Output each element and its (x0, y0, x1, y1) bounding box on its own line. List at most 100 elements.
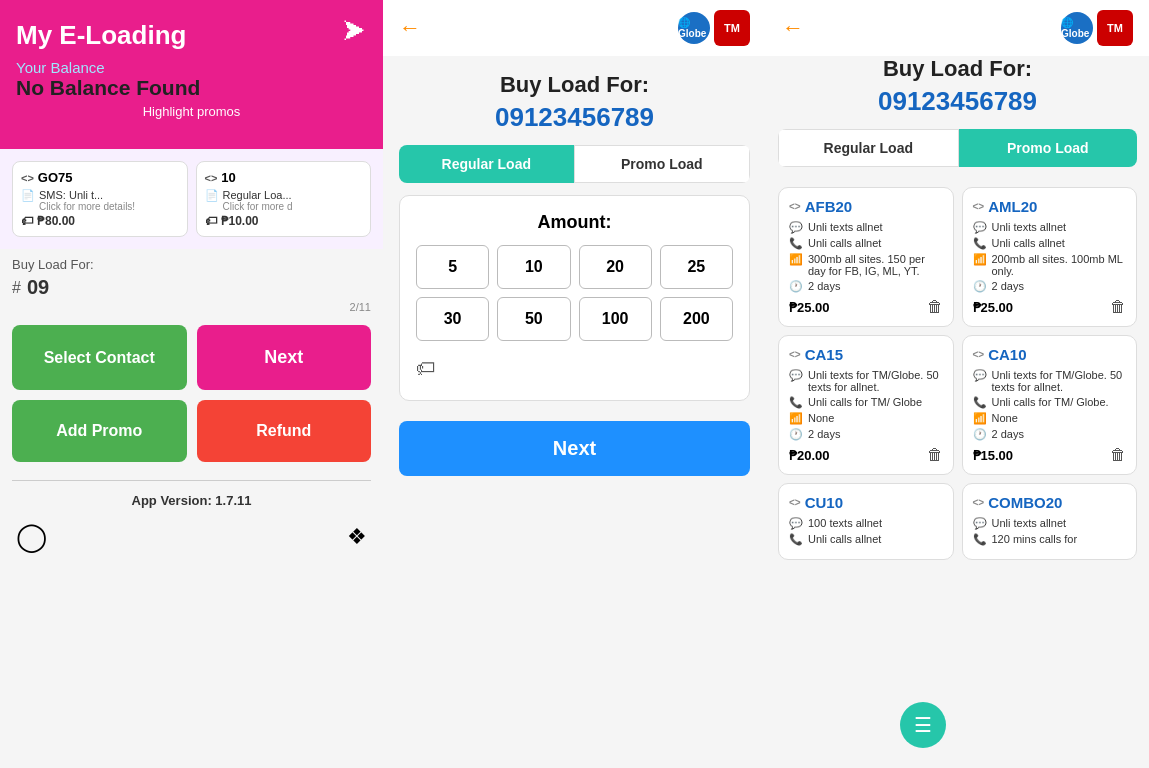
afb20-calls: 📞 Unli calls allnet (789, 237, 943, 250)
tag-placeholder-icon: 🏷 (416, 353, 733, 384)
amount-label: Amount: (416, 212, 733, 233)
promo-row-1: <> CA15 💬 Unli texts for TM/Globe. 50 te… (778, 335, 1137, 475)
tag-icon-0: 🏷 (21, 214, 33, 228)
highlight-promos[interactable]: Highlight promos (16, 104, 367, 119)
number-row: # 09 (0, 272, 383, 299)
phone-number-input[interactable]: 09 (27, 276, 49, 299)
globe-badge-3: 🌐 Globe (1061, 12, 1093, 44)
github-icon[interactable]: ◯ (16, 520, 47, 553)
tab-promo-3[interactable]: Promo Load (959, 129, 1138, 167)
afb20-duration: 🕐 2 days (789, 280, 943, 293)
tab-row-2: Regular Load Promo Load (399, 145, 750, 183)
pagination: 2/11 (0, 299, 383, 315)
next-button-2[interactable]: Next (399, 421, 750, 476)
footer: ◯ ❖ (0, 512, 383, 561)
next-button[interactable]: Next (197, 325, 372, 390)
sms-icon-2: 💬 (789, 369, 803, 382)
sms-icon-5: 💬 (973, 517, 987, 530)
afb20-delete-button[interactable]: 🗑 (927, 298, 943, 316)
tag-icon-1: 🏷 (205, 214, 217, 228)
promo-price-1: 🏷 ₱10.00 (205, 214, 363, 228)
promo-card-0[interactable]: <> GO75 📄 SMS: Unli t... Click for more … (12, 161, 188, 237)
aml20-delete-button[interactable]: 🗑 (1110, 298, 1126, 316)
code-icon-0: <> (21, 172, 34, 184)
promo-combo20[interactable]: <> COMBO20 💬 Unli texts allnet 📞 120 min… (962, 483, 1138, 560)
tab-regular-3[interactable]: Regular Load (778, 129, 959, 167)
promo-combo20-title: <> COMBO20 (973, 494, 1127, 511)
promo-code-1: 10 (221, 170, 235, 185)
buy-load-title-3: Buy Load For: (778, 56, 1137, 82)
promo-cu10-title: <> CU10 (789, 494, 943, 511)
promo-afb20-title: <> AFB20 (789, 198, 943, 215)
back-arrow-icon-3[interactable]: ← (782, 15, 804, 41)
panel2-topbar: ← 🌐 Globe TM (383, 0, 766, 56)
code-brackets-icon-4: <> (789, 497, 801, 508)
ca10-calls: 📞 Unli calls for TM/ Globe. (973, 396, 1127, 409)
share-icon[interactable]: ❖ (347, 524, 367, 550)
sms-icon-4: 💬 (789, 517, 803, 530)
promo-price-0: 🏷 ₱80.00 (21, 214, 179, 228)
amount-200[interactable]: 200 (660, 297, 733, 341)
call-icon: 📞 (789, 237, 803, 250)
amount-20[interactable]: 20 (579, 245, 652, 289)
promo-ca15[interactable]: <> CA15 💬 Unli texts for TM/Globe. 50 te… (778, 335, 954, 475)
code-brackets-icon-1: <> (973, 201, 985, 212)
amount-25[interactable]: 25 (660, 245, 733, 289)
promo-row-2: <> CU10 💬 100 texts allnet 📞 Unli calls … (778, 483, 1137, 560)
promo-aml20[interactable]: <> AML20 💬 Unli texts allnet 📞 Unli call… (962, 187, 1138, 327)
promo-card-1[interactable]: <> 10 📄 Regular Loa... Click for more d … (196, 161, 372, 237)
ca15-price: ₱20.00 (789, 448, 830, 463)
amount-30[interactable]: 30 (416, 297, 489, 341)
promo-afb20[interactable]: <> AFB20 💬 Unli texts allnet 📞 Unli call… (778, 187, 954, 327)
promo-cu10[interactable]: <> CU10 💬 100 texts allnet 📞 Unli calls … (778, 483, 954, 560)
ca10-data: 📶 None (973, 412, 1127, 425)
amount-10[interactable]: 10 (497, 245, 570, 289)
hash-icon: # (12, 279, 21, 297)
code-icon-1: <> (205, 172, 218, 184)
sms-icon: 💬 (789, 221, 803, 234)
cu10-label: CU10 (805, 494, 843, 511)
add-promo-button[interactable]: Add Promo (12, 400, 187, 462)
clock-icon-1: 🕐 (973, 280, 987, 293)
call-icon-4: 📞 (789, 533, 803, 546)
panel1-header: My E-Loading ⮞ Your Balance No Balance F… (0, 0, 383, 149)
panel-promo-load: ← 🌐 Globe TM Buy Load For: 09123456789 R… (766, 0, 1149, 768)
afb20-price-row: ₱25.00 🗑 (789, 298, 943, 316)
ca10-price-row: ₱15.00 🗑 (973, 446, 1127, 464)
app-version: App Version: 1.7.11 (0, 489, 383, 512)
ca15-delete-button[interactable]: 🗑 (927, 446, 943, 464)
amount-5[interactable]: 5 (416, 245, 489, 289)
action-buttons: Select Contact Next Add Promo Refund (0, 315, 383, 472)
promo-ca10[interactable]: <> CA10 💬 Unli texts for TM/Globe. 50 te… (962, 335, 1138, 475)
back-arrow-icon[interactable]: ← (399, 15, 421, 41)
promo-ca10-title: <> CA10 (973, 346, 1127, 363)
refund-button[interactable]: Refund (197, 400, 372, 462)
ca15-price-row: ₱20.00 🗑 (789, 446, 943, 464)
afb20-data: 📶 300mb all sites. 150 per day for FB, I… (789, 253, 943, 277)
amount-50[interactable]: 50 (497, 297, 570, 341)
ca15-calls: 📞 Unli calls for TM/ Globe (789, 396, 943, 409)
tab-promo-load[interactable]: Promo Load (574, 145, 751, 183)
promo-aml20-title: <> AML20 (973, 198, 1127, 215)
tm-badge-3: TM (1097, 10, 1133, 46)
tab-regular-load[interactable]: Regular Load (399, 145, 574, 183)
sms-icon-1: 💬 (973, 221, 987, 234)
ca10-delete-button[interactable]: 🗑 (1110, 446, 1126, 464)
price-value-0: ₱80.00 (37, 214, 75, 228)
call-icon-2: 📞 (789, 396, 803, 409)
afb20-texts: 💬 Unli texts allnet (789, 221, 943, 234)
fab-chat-button[interactable]: ☰ (900, 702, 946, 748)
ca10-duration: 🕐 2 days (973, 428, 1127, 441)
data-icon-3: 📶 (973, 412, 987, 425)
buy-load-label: Buy Load For: (0, 249, 383, 272)
logout-icon[interactable]: ⮞ (343, 18, 367, 46)
aml20-price-row: ₱25.00 🗑 (973, 298, 1127, 316)
panel2-content: Buy Load For: 09123456789 Regular Load P… (383, 56, 766, 768)
amount-100[interactable]: 100 (579, 297, 652, 341)
app-title: My E-Loading (16, 20, 186, 50)
select-contact-button[interactable]: Select Contact (12, 325, 187, 390)
doc-icon-0: 📄 (21, 189, 35, 202)
promo-row-0: <> AFB20 💬 Unli texts allnet 📞 Unli call… (778, 187, 1137, 327)
doc-icon-1: 📄 (205, 189, 219, 202)
clock-icon: 🕐 (789, 280, 803, 293)
